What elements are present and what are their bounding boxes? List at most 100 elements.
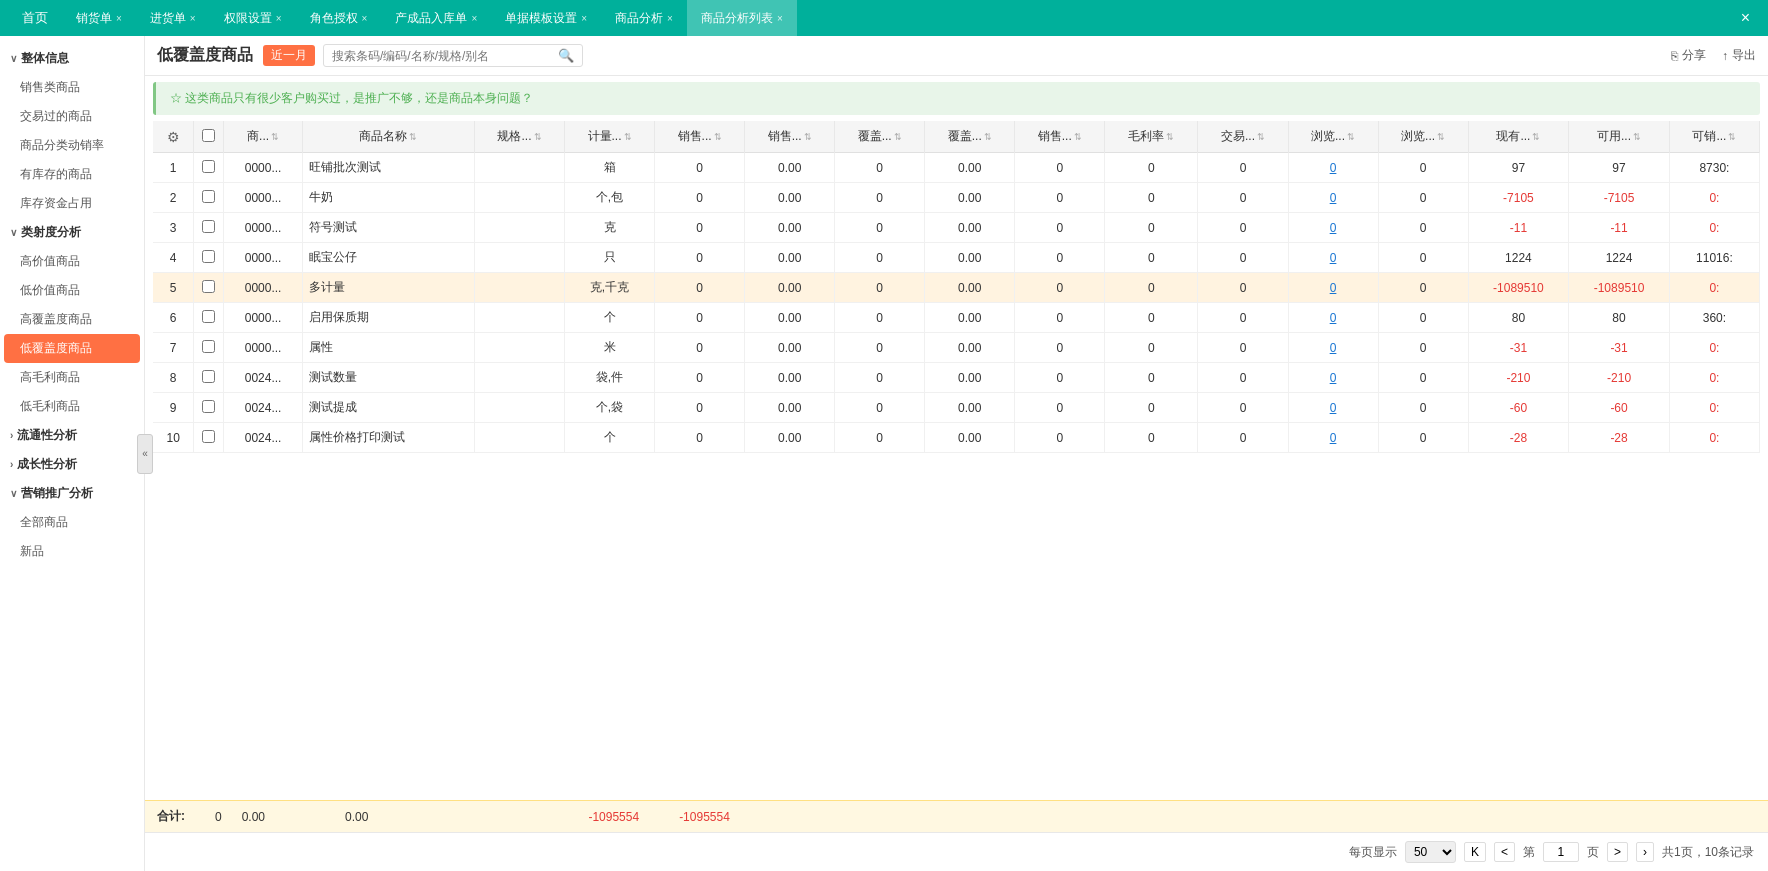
col-name[interactable]: 商品名称⇅ [302,121,474,153]
row-checkbox-cell[interactable] [194,213,224,243]
search-input[interactable] [332,49,558,63]
sidebar-section-circulation[interactable]: › 流通性分析 [0,421,144,450]
row-browse1[interactable]: 0 [1288,363,1378,393]
row-checkbox[interactable] [202,280,215,293]
sidebar-section-coverage[interactable]: ∨ 类射度分析 [0,218,144,247]
col-spec[interactable]: 规格...⇅ [474,121,564,153]
nav-template-settings[interactable]: 单据模板设置 × [491,0,601,36]
sidebar-item-high-value[interactable]: 高价值商品 [0,247,144,276]
row-checkbox[interactable] [202,220,215,233]
row-checkbox[interactable] [202,370,215,383]
nav-product-inbound[interactable]: 产成品入库单 × [381,0,491,36]
col-checkbox[interactable] [194,121,224,153]
col-browse2[interactable]: 浏览...⇅ [1378,121,1468,153]
prev-page-button[interactable]: < [1494,842,1515,862]
col-sale-amount[interactable]: 销售...⇅ [745,121,835,153]
row-browse1[interactable]: 0 [1288,183,1378,213]
col-available-stock[interactable]: 可用...⇅ [1569,121,1670,153]
row-checkbox-cell[interactable] [194,243,224,273]
nav-role-auth[interactable]: 角色授权 × [296,0,382,36]
row-checkbox-cell[interactable] [194,423,224,453]
nav-product-inbound-close[interactable]: × [471,13,477,24]
row-checkbox-cell[interactable] [194,153,224,183]
nav-template-settings-close[interactable]: × [581,13,587,24]
first-page-button[interactable]: K [1464,842,1486,862]
row-checkbox[interactable] [202,190,215,203]
sidebar-item-low-gross[interactable]: 低毛利商品 [0,392,144,421]
share-button[interactable]: ⎘ 分享 [1667,47,1706,64]
row-browse1[interactable]: 0 [1288,393,1378,423]
col-sale3[interactable]: 销售...⇅ [1015,121,1105,153]
col-unit[interactable]: 计量...⇅ [565,121,655,153]
col-settings[interactable]: ⚙ [153,121,194,153]
nav-permissions-close[interactable]: × [276,13,282,24]
sidebar-section-overall[interactable]: ∨ 整体信息 [0,44,144,73]
nav-analysis-list-close[interactable]: × [777,13,783,24]
sidebar-item-high-coverage[interactable]: 高覆盖度商品 [0,305,144,334]
table-container[interactable]: ⚙ 商...⇅ 商品名称⇅ 规格...⇅ 计量...⇅ 销售...⇅ 销售...… [145,121,1768,800]
col-sale-qty[interactable]: 销售...⇅ [655,121,745,153]
row-browse1[interactable]: 0 [1288,333,1378,363]
row-browse1[interactable]: 0 [1288,243,1378,273]
nav-purchase-close[interactable]: × [190,13,196,24]
row-available-stock: -1089510 [1569,273,1670,303]
sidebar-section-growth[interactable]: › 成长性分析 [0,450,144,479]
sidebar-item-stocked-products[interactable]: 有库存的商品 [0,160,144,189]
sidebar-section-marketing[interactable]: ∨ 营销推广分析 [0,479,144,508]
last-page-button[interactable]: › [1636,842,1654,862]
row-checkbox[interactable] [202,310,215,323]
sidebar-item-sales-products[interactable]: 销售类商品 [0,73,144,102]
row-checkbox[interactable] [202,430,215,443]
sidebar-item-capital-usage[interactable]: 库存资金占用 [0,189,144,218]
row-checkbox[interactable] [202,340,215,353]
nav-purchase[interactable]: 进货单 × [136,0,210,36]
row-browse1[interactable]: 0 [1288,213,1378,243]
col-saleable[interactable]: 可销...⇅ [1669,121,1759,153]
sidebar-item-low-value[interactable]: 低价值商品 [0,276,144,305]
nav-role-auth-close[interactable]: × [362,13,368,24]
col-code[interactable]: 商...⇅ [224,121,303,153]
sidebar-item-new-products[interactable]: 新品 [0,537,144,566]
row-checkbox[interactable] [202,160,215,173]
nav-home[interactable]: 首页 [8,0,62,36]
row-browse1[interactable]: 0 [1288,303,1378,333]
row-checkbox[interactable] [202,400,215,413]
col-current-stock[interactable]: 现有...⇅ [1468,121,1569,153]
select-all-checkbox[interactable] [202,129,215,142]
page-number-input[interactable] [1543,842,1579,862]
export-button[interactable]: ↑ 导出 [1718,47,1756,64]
col-cover2[interactable]: 覆盖...⇅ [925,121,1015,153]
row-browse1[interactable]: 0 [1288,423,1378,453]
time-filter-button[interactable]: 近一月 [263,45,315,66]
sidebar-collapse-button[interactable]: « [137,434,153,474]
nav-sales[interactable]: 销货单 × [62,0,136,36]
row-checkbox-cell[interactable] [194,273,224,303]
nav-sales-close[interactable]: × [116,13,122,24]
col-cover1[interactable]: 覆盖...⇅ [835,121,925,153]
sidebar-item-category-rate[interactable]: 商品分类动销率 [0,131,144,160]
next-page-button[interactable]: > [1607,842,1628,862]
nav-permissions[interactable]: 权限设置 × [210,0,296,36]
row-browse1[interactable]: 0 [1288,273,1378,303]
page-size-select[interactable]: 50 100 [1405,841,1456,863]
sidebar-item-all-products[interactable]: 全部商品 [0,508,144,537]
col-trade[interactable]: 交易...⇅ [1198,121,1288,153]
row-checkbox-cell[interactable] [194,333,224,363]
row-checkbox-cell[interactable] [194,363,224,393]
col-browse1[interactable]: 浏览...⇅ [1288,121,1378,153]
window-close-button[interactable]: × [1731,9,1760,27]
nav-product-analysis[interactable]: 商品分析 × [601,0,687,36]
row-checkbox-cell[interactable] [194,393,224,423]
sidebar-item-high-gross[interactable]: 高毛利商品 [0,363,144,392]
row-checkbox-cell[interactable] [194,183,224,213]
nav-product-analysis-close[interactable]: × [667,13,673,24]
row-browse1[interactable]: 0 [1288,153,1378,183]
col-gross-margin[interactable]: 毛利率⇅ [1105,121,1198,153]
sidebar-item-traded-products[interactable]: 交易过的商品 [0,102,144,131]
row-checkbox[interactable] [202,250,215,263]
search-icon[interactable]: 🔍 [558,48,574,63]
sidebar-item-low-coverage[interactable]: 低覆盖度商品 [4,334,140,363]
content-area: 低覆盖度商品 近一月 🔍 ⎘ 分享 ↑ 导出 ☆ 这类商品只有很少客户购买过，是… [145,36,1768,871]
nav-product-analysis-list[interactable]: 商品分析列表 × [687,0,797,36]
row-checkbox-cell[interactable] [194,303,224,333]
